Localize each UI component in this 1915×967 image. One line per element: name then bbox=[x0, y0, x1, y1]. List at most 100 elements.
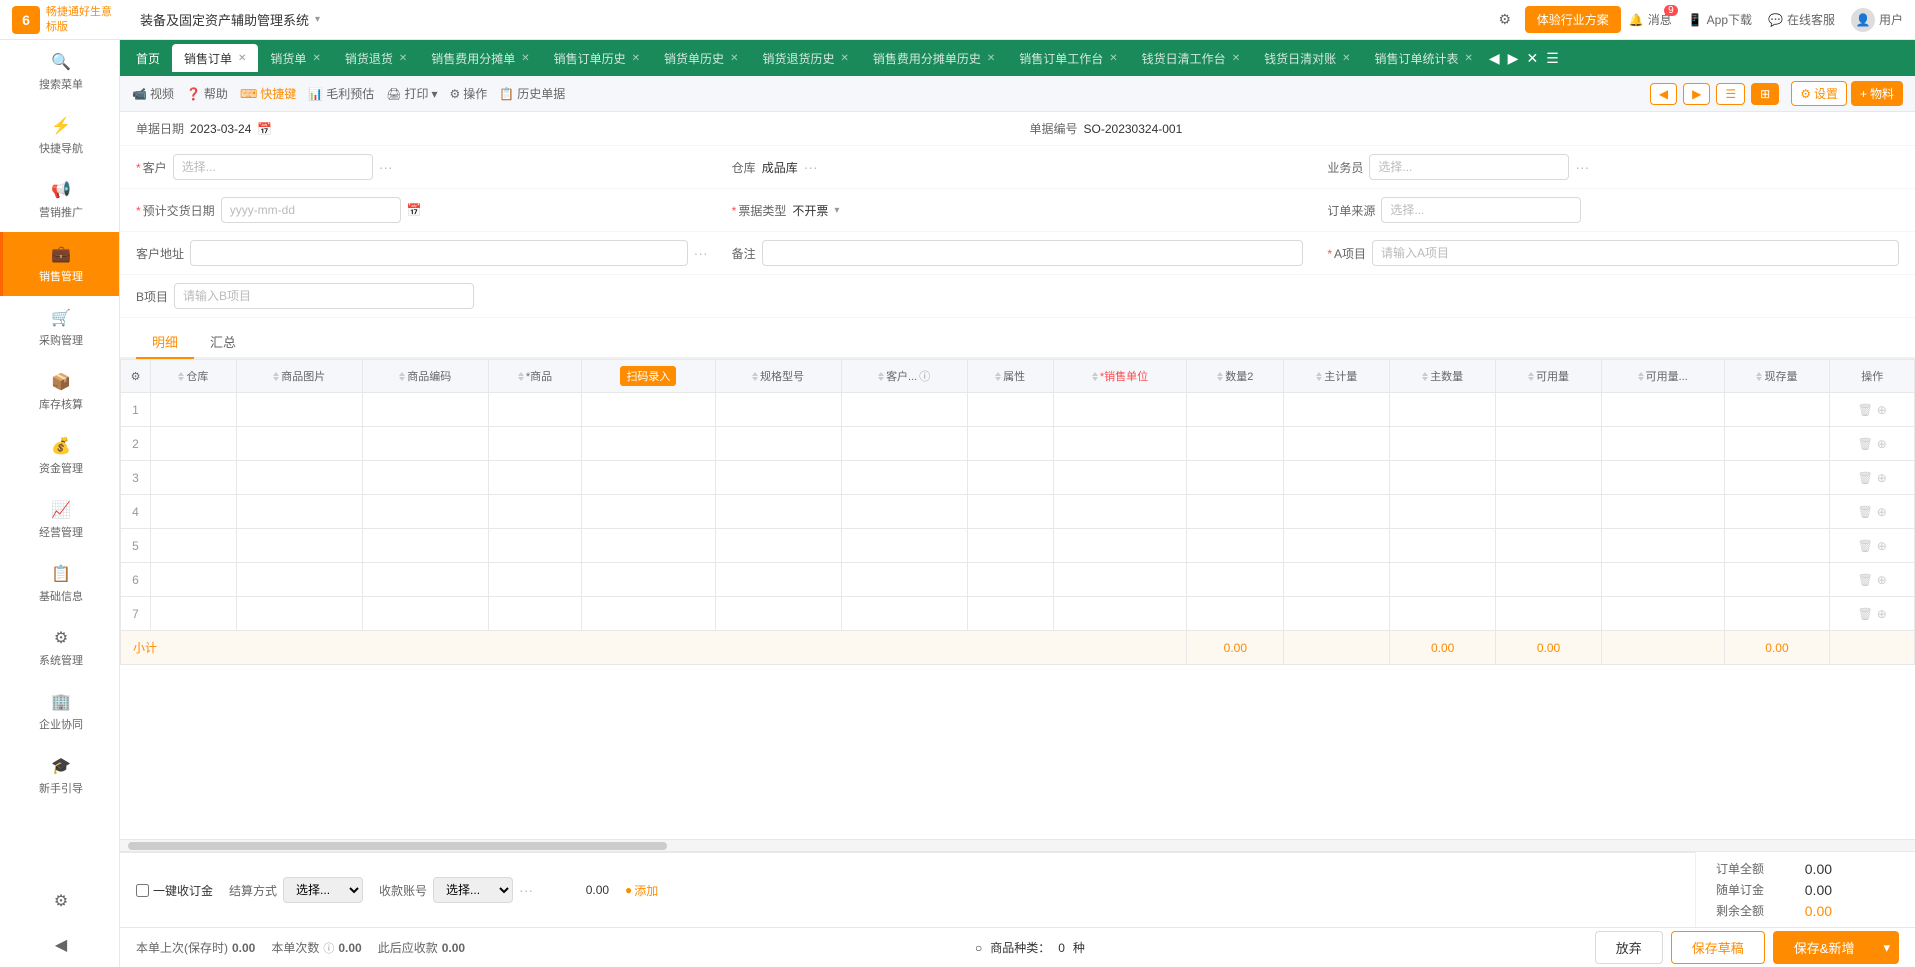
a-project-input[interactable] bbox=[1372, 240, 1899, 266]
receipt-no-select[interactable]: 选择... bbox=[433, 877, 513, 903]
salesperson-more-button[interactable]: ··· bbox=[1575, 159, 1589, 175]
customer-attr-info-icon[interactable]: ⓘ bbox=[919, 368, 930, 384]
warehouse-more-button[interactable]: ··· bbox=[804, 159, 818, 175]
add-material-button[interactable]: + 物料 bbox=[1851, 81, 1903, 106]
save-draft-button[interactable]: 保存草稿 bbox=[1671, 931, 1765, 964]
row-1-main-qty[interactable] bbox=[1390, 393, 1496, 427]
sidebar-item-capital[interactable]: 💰 资金管理 bbox=[0, 424, 119, 488]
tab-nav-more[interactable]: ☰ bbox=[1542, 50, 1563, 67]
sidebar-item-search[interactable]: 🔍 搜索菜单 bbox=[0, 40, 119, 104]
row-1-warehouse[interactable] bbox=[151, 393, 237, 427]
salesperson-input[interactable] bbox=[1369, 154, 1569, 180]
customer-more-button[interactable]: ··· bbox=[379, 159, 393, 175]
next-record-button[interactable]: ▶ bbox=[1683, 83, 1710, 105]
sidebar-settings-button[interactable]: ⚙ bbox=[0, 879, 119, 923]
row-1-product-name[interactable] bbox=[488, 393, 582, 427]
list-view-button[interactable]: ☰ bbox=[1716, 83, 1745, 105]
delivery-date-input[interactable] bbox=[221, 197, 401, 223]
tab-sales-history[interactable]: 销售订单历史 ✕ bbox=[542, 44, 652, 72]
app-download-button[interactable]: 📱 App下载 bbox=[1688, 11, 1752, 28]
row-2-copy-btn[interactable]: ⊕ bbox=[1877, 437, 1887, 451]
online-service-button[interactable]: 💬 在线客服 bbox=[1768, 11, 1835, 28]
row-2-delete-btn[interactable]: 🗑 bbox=[1858, 437, 1873, 451]
tab-close-sales-fee[interactable]: ✕ bbox=[521, 53, 529, 64]
row-5-copy-btn[interactable]: ⊕ bbox=[1877, 539, 1887, 553]
sidebar-item-purchase[interactable]: 🛒 采购管理 bbox=[0, 296, 119, 360]
tab-sales-return[interactable]: 销货单 ✕ bbox=[258, 44, 332, 72]
inner-tab-detail[interactable]: 明细 bbox=[136, 326, 194, 359]
receipt-no-more-btn[interactable]: ··· bbox=[519, 882, 533, 898]
tab-sales-fee[interactable]: 销售费用分摊单 ✕ bbox=[419, 44, 541, 72]
tab-close-sales-return[interactable]: ✕ bbox=[312, 53, 320, 64]
sidebar-item-system[interactable]: ⚙ 系统管理 bbox=[0, 616, 119, 680]
invoice-type-dropdown-icon[interactable]: ▾ bbox=[834, 205, 839, 216]
row-1-available[interactable] bbox=[1496, 393, 1602, 427]
date-picker-icon[interactable]: 📅 bbox=[257, 122, 272, 136]
tab-home[interactable]: 首页 bbox=[124, 44, 172, 72]
row-1-stock[interactable] bbox=[1724, 393, 1830, 427]
card-view-button[interactable]: ⊞ bbox=[1751, 83, 1779, 105]
b-project-input[interactable] bbox=[174, 283, 474, 309]
tab-close-cash-reconcile[interactable]: ✕ bbox=[1342, 53, 1350, 64]
sidebar-item-enterprise[interactable]: 🏢 企业协同 bbox=[0, 680, 119, 744]
settings-gear-button[interactable]: ⚙ bbox=[1493, 8, 1517, 32]
save-new-dropdown-button[interactable]: ▾ bbox=[1874, 931, 1899, 964]
tab-sales-fee-history[interactable]: 销售费用分摊单历史 ✕ bbox=[861, 44, 1007, 72]
row-7-delete-btn[interactable]: 🗑 bbox=[1858, 607, 1873, 621]
toolbar-operation[interactable]: ⚙ 操作 bbox=[450, 85, 488, 102]
tab-cash-reconcile[interactable]: 钱货日清对账 ✕ bbox=[1252, 44, 1362, 72]
row-1-product-code[interactable] bbox=[362, 393, 488, 427]
solution-button[interactable]: 体验行业方案 bbox=[1525, 6, 1621, 33]
toolbar-profit[interactable]: 📊 毛利预估 bbox=[308, 85, 374, 102]
tab-sales-refund[interactable]: 销货退货 ✕ bbox=[333, 44, 419, 72]
sidebar-item-quick-nav[interactable]: ⚡ 快捷导航 bbox=[0, 104, 119, 168]
row-1-main-unit[interactable] bbox=[1284, 393, 1390, 427]
notification-button[interactable]: 🔔 消息 9 bbox=[1629, 11, 1672, 28]
row-4-delete-btn[interactable]: 🗑 bbox=[1858, 505, 1873, 519]
prev-record-button[interactable]: ◀ bbox=[1650, 83, 1677, 105]
scroll-thumb[interactable] bbox=[128, 842, 667, 850]
tab-nav-prev[interactable]: ◀ bbox=[1485, 50, 1504, 67]
delivery-date-picker-icon[interactable]: 📅 bbox=[407, 203, 422, 217]
toolbar-help[interactable]: ❓ 帮助 bbox=[186, 85, 228, 102]
save-new-button[interactable]: 保存&新增 bbox=[1773, 931, 1875, 964]
th-setting[interactable]: ⚙ bbox=[121, 360, 151, 393]
tab-sales-return-history[interactable]: 销货单历史 ✕ bbox=[652, 44, 750, 72]
tab-sales-workbench[interactable]: 销售订单工作台 ✕ bbox=[1007, 44, 1129, 72]
toolbar-history[interactable]: 📋 历史单据 bbox=[499, 85, 565, 102]
sidebar-item-sales[interactable]: 💼 销售管理 bbox=[0, 232, 119, 296]
remark-input[interactable] bbox=[762, 240, 1304, 266]
footer-add-button[interactable]: ● 添加 bbox=[625, 882, 658, 899]
tab-close-sales-workbench[interactable]: ✕ bbox=[1109, 53, 1117, 64]
row-1-attribute[interactable] bbox=[967, 393, 1053, 427]
row-1-available2[interactable] bbox=[1601, 393, 1724, 427]
tab-cash-daily[interactable]: 钱货日清工作台 ✕ bbox=[1130, 44, 1252, 72]
row-3-copy-btn[interactable]: ⊕ bbox=[1877, 471, 1887, 485]
sidebar-item-guide[interactable]: 🎓 新手引导 bbox=[0, 744, 119, 808]
scan-entry-button[interactable]: 扫码录入 bbox=[620, 366, 676, 386]
tab-close-sales-order[interactable]: ✕ bbox=[238, 53, 246, 64]
sidebar-item-operations[interactable]: 📈 经营管理 bbox=[0, 488, 119, 552]
toolbar-video[interactable]: 📹 视频 bbox=[132, 85, 174, 102]
row-6-delete-btn[interactable]: 🗑 bbox=[1858, 573, 1873, 587]
toolbar-print[interactable]: 🖨 打印 ▾ bbox=[386, 85, 437, 102]
one-click-checkbox[interactable] bbox=[136, 884, 149, 897]
row-1-customer-attr[interactable] bbox=[841, 393, 967, 427]
order-source-input[interactable] bbox=[1381, 197, 1581, 223]
row-6-copy-btn[interactable]: ⊕ bbox=[1877, 573, 1887, 587]
tab-close-sales-stats[interactable]: ✕ bbox=[1465, 53, 1473, 64]
tab-sales-stats[interactable]: 销售订单统计表 ✕ bbox=[1362, 44, 1484, 72]
customer-address-input[interactable] bbox=[190, 240, 688, 266]
discard-button[interactable]: 放弃 bbox=[1595, 931, 1663, 964]
row-3-delete-btn[interactable]: 🗑 bbox=[1858, 471, 1873, 485]
tab-close-sales-history[interactable]: ✕ bbox=[632, 53, 640, 64]
customer-address-more-button[interactable]: ··· bbox=[694, 245, 708, 261]
row-5-delete-btn[interactable]: 🗑 bbox=[1858, 539, 1873, 553]
row-1-delete-btn[interactable]: 🗑 bbox=[1858, 403, 1873, 417]
tab-sales-refund-history[interactable]: 销货退货历史 ✕ bbox=[750, 44, 860, 72]
row-1-spec[interactable] bbox=[715, 393, 841, 427]
tab-close-sales-fee-history[interactable]: ✕ bbox=[987, 53, 995, 64]
one-click-checkbox-label[interactable]: 一键收订金 bbox=[136, 882, 213, 899]
tab-close-sales-refund-history[interactable]: ✕ bbox=[840, 53, 848, 64]
row-7-copy-btn[interactable]: ⊕ bbox=[1877, 607, 1887, 621]
